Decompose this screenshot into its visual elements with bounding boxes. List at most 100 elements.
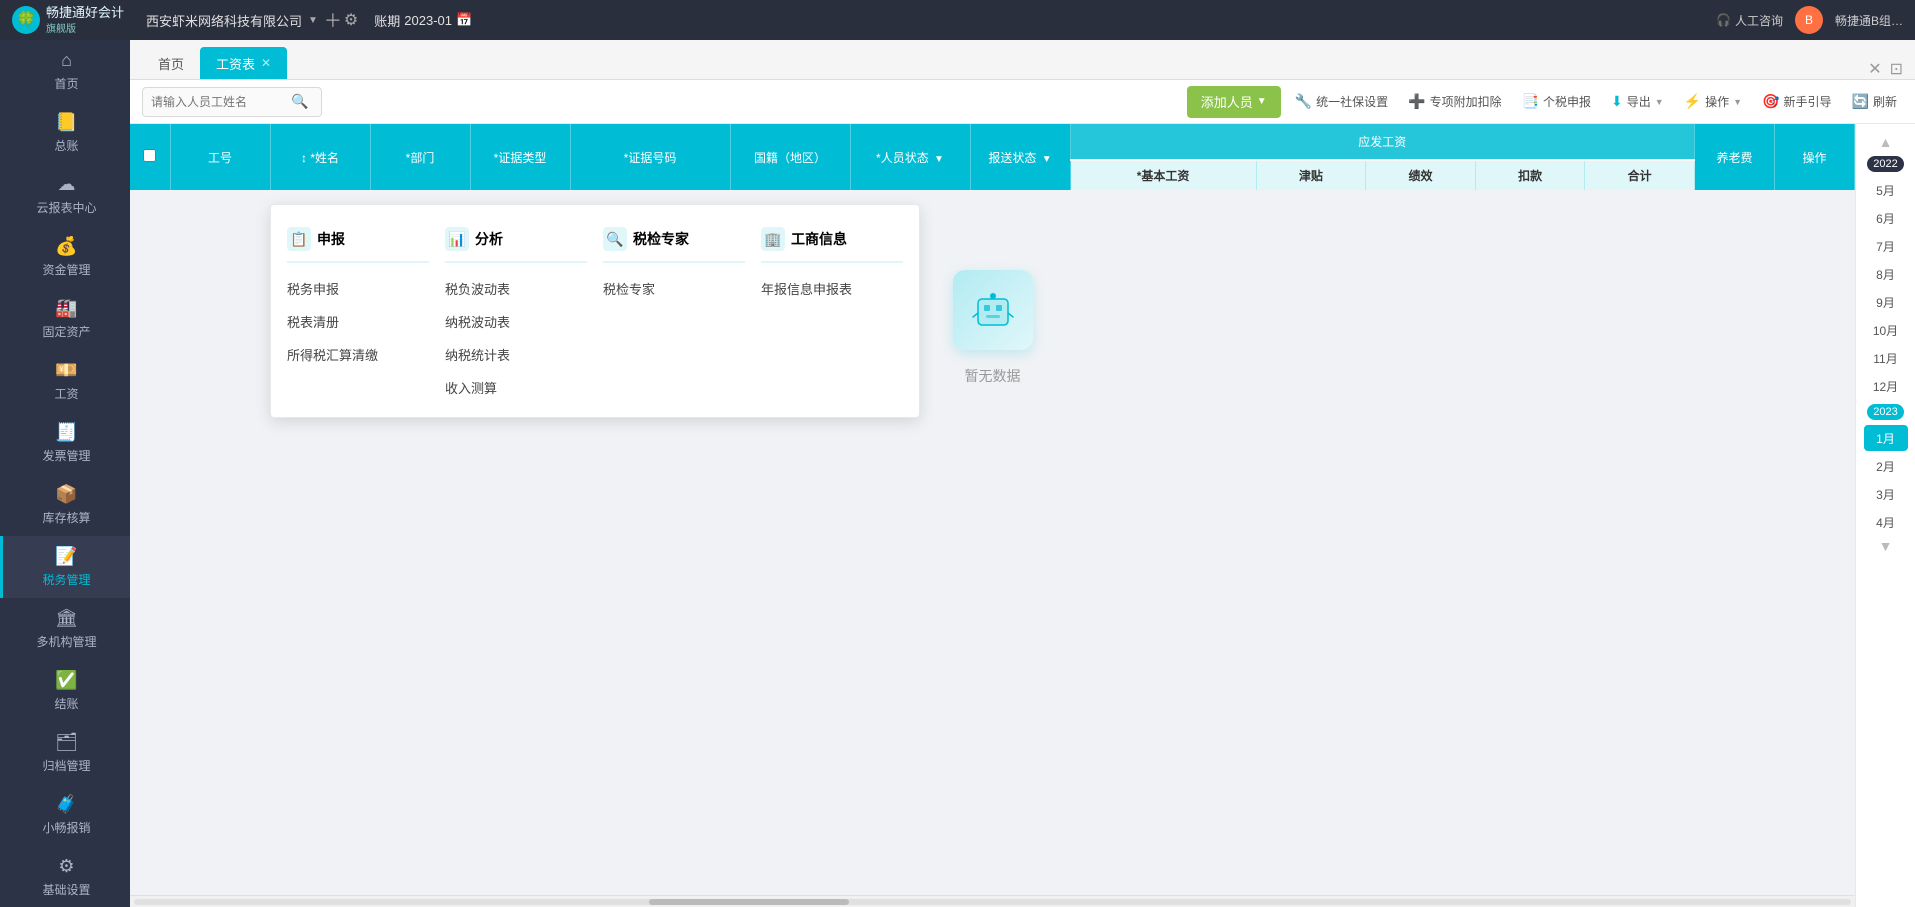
month-2023-4[interactable]: 4月 [1864, 509, 1908, 535]
sidebar-label-fixed-assets: 固定资产 [42, 323, 90, 340]
col-check-header[interactable] [130, 124, 170, 190]
company-chevron-icon[interactable]: ▼ [308, 15, 318, 26]
new-guide-toolbar-icon: 🎯 [1762, 93, 1779, 110]
business-info-section-title: 🏢 工商信息 [761, 221, 903, 263]
month-2022-9[interactable]: 9月 [1864, 289, 1908, 315]
month-2022-6[interactable]: 6月 [1864, 205, 1908, 231]
export-btn[interactable]: ⬇ 导出 ▼ [1605, 86, 1670, 118]
individual-tax-btn[interactable]: 📑 个税申报 [1516, 86, 1597, 118]
period-selector[interactable]: 账期 2023-01 📅 [374, 11, 472, 30]
annual-report-item[interactable]: 年报信息申报表 [761, 275, 903, 302]
search-box[interactable]: 🔍 [142, 87, 322, 117]
sidebar-item-cloud-report[interactable]: ☁ 云报表中心 [0, 164, 130, 226]
operations-btn[interactable]: ⚡ 操作 ▼ [1678, 86, 1748, 118]
company-name: 西安虾米网络科技有限公司 [146, 11, 302, 30]
scrollbar-track [134, 899, 1851, 905]
export-chevron-icon: ▼ [1655, 97, 1664, 107]
month-2022-7[interactable]: 7月 [1864, 233, 1908, 259]
sidebar-item-ledger[interactable]: 📒 总账 [0, 102, 130, 164]
sidebar-item-home[interactable]: ⌂ 首页 [0, 40, 130, 102]
col-send-header: 报送状态 ▼ [970, 124, 1070, 190]
month-2023-3[interactable]: 3月 [1864, 481, 1908, 507]
top-bar: 🍀 畅捷通好会计 旗舰版 西安虾米网络科技有限公司 ▼ ＋ ⚙ 账期 2023-… [0, 0, 1915, 40]
tax-fluctuation-item[interactable]: 税负波动表 [445, 275, 587, 302]
fixed-assets-icon: 🏭 [55, 298, 77, 319]
sidebar-item-archive[interactable]: 🗂 归档管理 [0, 722, 130, 784]
tax-statistics-item[interactable]: 纳税统计表 [445, 341, 587, 368]
sidebar-item-salary[interactable]: 💴 工资 [0, 350, 130, 412]
scrollbar-thumb[interactable] [649, 899, 849, 905]
tab-salary-table[interactable]: 工资表 ✕ [200, 47, 287, 79]
layout: ⌂ 首页 📒 总账 ☁ 云报表中心 💰 资金管理 🏭 固定资产 💴 工资 🧾 发… [0, 40, 1915, 907]
human-service-btn[interactable]: 🎧 人工咨询 [1716, 12, 1783, 29]
tax-declaration-item[interactable]: 税务申报 [287, 275, 429, 302]
calendar-up-btn[interactable]: ▲ [1870, 132, 1902, 152]
sidebar: ⌂ 首页 📒 总账 ☁ 云报表中心 💰 资金管理 🏭 固定资产 💴 工资 🧾 发… [0, 40, 130, 907]
month-2023-1[interactable]: 1月 [1864, 425, 1908, 451]
avatar[interactable]: B [1795, 6, 1823, 34]
calendar-down-btn[interactable]: ▼ [1870, 536, 1902, 556]
company-settings-icon[interactable]: ⚙ [344, 10, 358, 30]
sidebar-label-small-report: 小畅报销 [42, 819, 90, 836]
sidebar-item-invoice[interactable]: 🧾 发票管理 [0, 412, 130, 474]
analysis-items: 税负波动表 纳税波动表 纳税统计表 收入测算 [445, 271, 587, 401]
add-company-icon[interactable]: ＋ [324, 7, 342, 33]
empty-text: 暂无数据 [965, 366, 1021, 386]
status-filter-icon[interactable]: ▼ [934, 154, 944, 165]
sidebar-item-multi-org[interactable]: 🏛 多机构管理 [0, 598, 130, 660]
month-2022-5[interactable]: 5月 [1864, 177, 1908, 203]
sidebar-item-settlement[interactable]: ✅ 结账 [0, 660, 130, 722]
dropdown-section-declaration: 📋 申报 税务申报 税表清册 所得税汇算清缴 [287, 221, 429, 401]
company-selector[interactable]: 西安虾米网络科技有限公司 ▼ [146, 11, 318, 30]
tabs-bar: 首页 工资表 ✕ ✕ ⊡ [130, 40, 1915, 80]
col-pension-header: 养老费 [1695, 124, 1775, 190]
logo-icon: 🍀 [12, 6, 40, 34]
sidebar-item-tax[interactable]: 📝 税务管理 [0, 536, 130, 598]
dropdown-section-tax-expert: 🔍 税检专家 税检专家 [603, 221, 745, 401]
data-table: 工号 ↕ *姓名 *部门 *证据类型 *证据号码 国籍（地区） *人员状态 ▼ [130, 124, 1855, 190]
sidebar-item-fixed-assets[interactable]: 🏭 固定资产 [0, 288, 130, 350]
tax-expert-item[interactable]: 税检专家 [603, 275, 745, 302]
special-deduction-icon: ➕ [1408, 93, 1425, 110]
sidebar-label-basic-settings: 基础设置 [42, 881, 90, 898]
special-deduction-btn[interactable]: ➕ 专项附加扣除 [1402, 86, 1507, 118]
month-2023-2[interactable]: 2月 [1864, 453, 1908, 479]
tab-close-icon[interactable]: ✕ [261, 56, 271, 70]
tab-home[interactable]: 首页 [142, 47, 200, 79]
period-calendar-icon[interactable]: 📅 [456, 12, 472, 28]
new-guide-btn[interactable]: 🎯 新手引导 [1756, 86, 1837, 118]
tax-wave-item[interactable]: 纳税波动表 [445, 308, 587, 335]
income-calc-item[interactable]: 收入测算 [445, 374, 587, 401]
select-all-checkbox[interactable] [143, 149, 156, 162]
tab-bar-close-icon[interactable]: ✕ [1868, 59, 1881, 79]
sidebar-label-invoice: 发票管理 [42, 447, 90, 464]
month-2022-8[interactable]: 8月 [1864, 261, 1908, 287]
period-value: 2023-01 [404, 13, 452, 28]
horizontal-scrollbar[interactable] [130, 895, 1855, 907]
sidebar-item-basic-settings[interactable]: ⚙ 基础设置 [0, 846, 130, 907]
month-2022-12[interactable]: 12月 [1864, 373, 1908, 399]
search-input[interactable] [151, 95, 291, 109]
month-2022-10[interactable]: 10月 [1864, 317, 1908, 343]
dropdown-section-business-info: 🏢 工商信息 年报信息申报表 [761, 221, 903, 401]
operations-chevron-icon: ▼ [1733, 97, 1742, 107]
fund-icon: 💰 [55, 236, 77, 257]
send-filter-icon[interactable]: ▼ [1042, 154, 1052, 165]
month-2022-11[interactable]: 11月 [1864, 345, 1908, 371]
sidebar-item-inventory[interactable]: 📦 库存核算 [0, 474, 130, 536]
tax-icon: 📝 [55, 546, 77, 567]
sidebar-item-small-report[interactable]: 🧳 小畅报销 [0, 784, 130, 846]
add-person-button[interactable]: 添加人员 ▼ [1187, 86, 1281, 118]
search-icon: 🔍 [291, 93, 308, 110]
sidebar-item-fund[interactable]: 💰 资金管理 [0, 226, 130, 288]
tab-bar-restore-icon[interactable]: ⊡ [1890, 59, 1903, 79]
archive-icon: 🗂 [55, 732, 78, 753]
app-name: 畅捷通好会计 [46, 5, 124, 21]
income-tax-item[interactable]: 所得税汇算清缴 [287, 341, 429, 368]
salary-tab-label: 工资表 [216, 54, 255, 73]
basic-settings-icon: ⚙ [58, 856, 74, 877]
refresh-btn[interactable]: 🔄 刷新 [1846, 86, 1903, 118]
tax-table-item[interactable]: 税表清册 [287, 308, 429, 335]
social-security-btn[interactable]: 🔧 统一社保设置 [1289, 86, 1394, 118]
sidebar-label-salary: 工资 [54, 385, 78, 402]
